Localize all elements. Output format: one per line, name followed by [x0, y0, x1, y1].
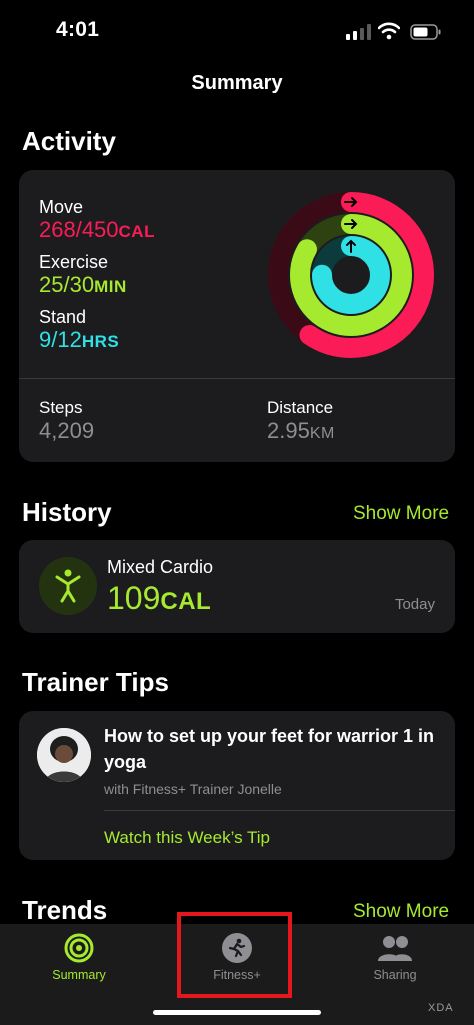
- activity-rings-icon: [64, 933, 94, 963]
- tab-fitness-plus[interactable]: Fitness+: [177, 924, 297, 994]
- workout-date: Today: [394, 596, 435, 613]
- trainer-tips-section-title: Trainer Tips: [22, 667, 169, 697]
- steps-value: 4,209: [39, 418, 95, 443]
- tab-fitness-plus-label: Fitness+: [213, 968, 261, 982]
- tip-subtitle: with Fitness+ Trainer Jonelle: [104, 781, 282, 797]
- workout-name: Mixed Cardio: [107, 557, 214, 577]
- watermark-logo: XDA: [428, 1002, 454, 1014]
- exercise-label: Exercise: [39, 252, 109, 272]
- cellular-signal-icon: [346, 24, 371, 40]
- tip-title: How to set up your feet for warrior 1 in…: [104, 726, 435, 772]
- battery-icon: [410, 24, 441, 40]
- trainer-tip-card[interactable]: How to set up your feet for warrior 1 in…: [19, 711, 455, 860]
- people-icon: [378, 936, 412, 961]
- wifi-icon: [378, 22, 400, 40]
- activity-divider: [19, 378, 455, 379]
- trainer-photo: [37, 728, 91, 782]
- move-label: Move: [39, 197, 84, 217]
- runner-icon: [222, 933, 252, 963]
- stand-label: Stand: [39, 307, 87, 327]
- activity-rings: [268, 192, 434, 358]
- trends-section-title: Trends: [22, 895, 108, 925]
- trainer-avatar: [37, 728, 91, 782]
- home-indicator: [153, 1010, 321, 1015]
- status-time: 4:01: [56, 18, 100, 41]
- tab-sharing[interactable]: Sharing: [335, 924, 455, 994]
- workout-calories: 109CAL: [107, 580, 212, 616]
- steps-label: Steps: [39, 398, 83, 417]
- activity-card[interactable]: Move 268/450CAL Exercise 25/30MIN Stand …: [19, 170, 455, 462]
- tab-summary-label: Summary: [52, 968, 106, 982]
- workout-card[interactable]: Mixed Cardio 109CAL Today: [19, 540, 455, 633]
- exercise-value: 25/30MIN: [39, 272, 127, 297]
- distance-label: Distance: [267, 398, 334, 417]
- move-value: 268/450CAL: [39, 217, 155, 242]
- tab-sharing-label: Sharing: [373, 968, 417, 982]
- tip-divider: [104, 810, 455, 811]
- history-section-title: History: [22, 497, 112, 527]
- trends-show-more-link[interactable]: Show More: [353, 901, 449, 923]
- workout-icon-badge: [39, 557, 97, 615]
- mixed-cardio-icon: [55, 569, 81, 603]
- page-title: Summary: [191, 72, 283, 94]
- stand-value: 9/12HRS: [39, 327, 120, 352]
- history-show-more-link[interactable]: Show More: [353, 503, 449, 525]
- activity-section-title: Activity: [22, 126, 116, 156]
- watch-tip-link[interactable]: Watch this Week’s Tip: [104, 828, 270, 848]
- tab-summary[interactable]: Summary: [19, 924, 139, 994]
- distance-value: 2.95KM: [267, 418, 335, 443]
